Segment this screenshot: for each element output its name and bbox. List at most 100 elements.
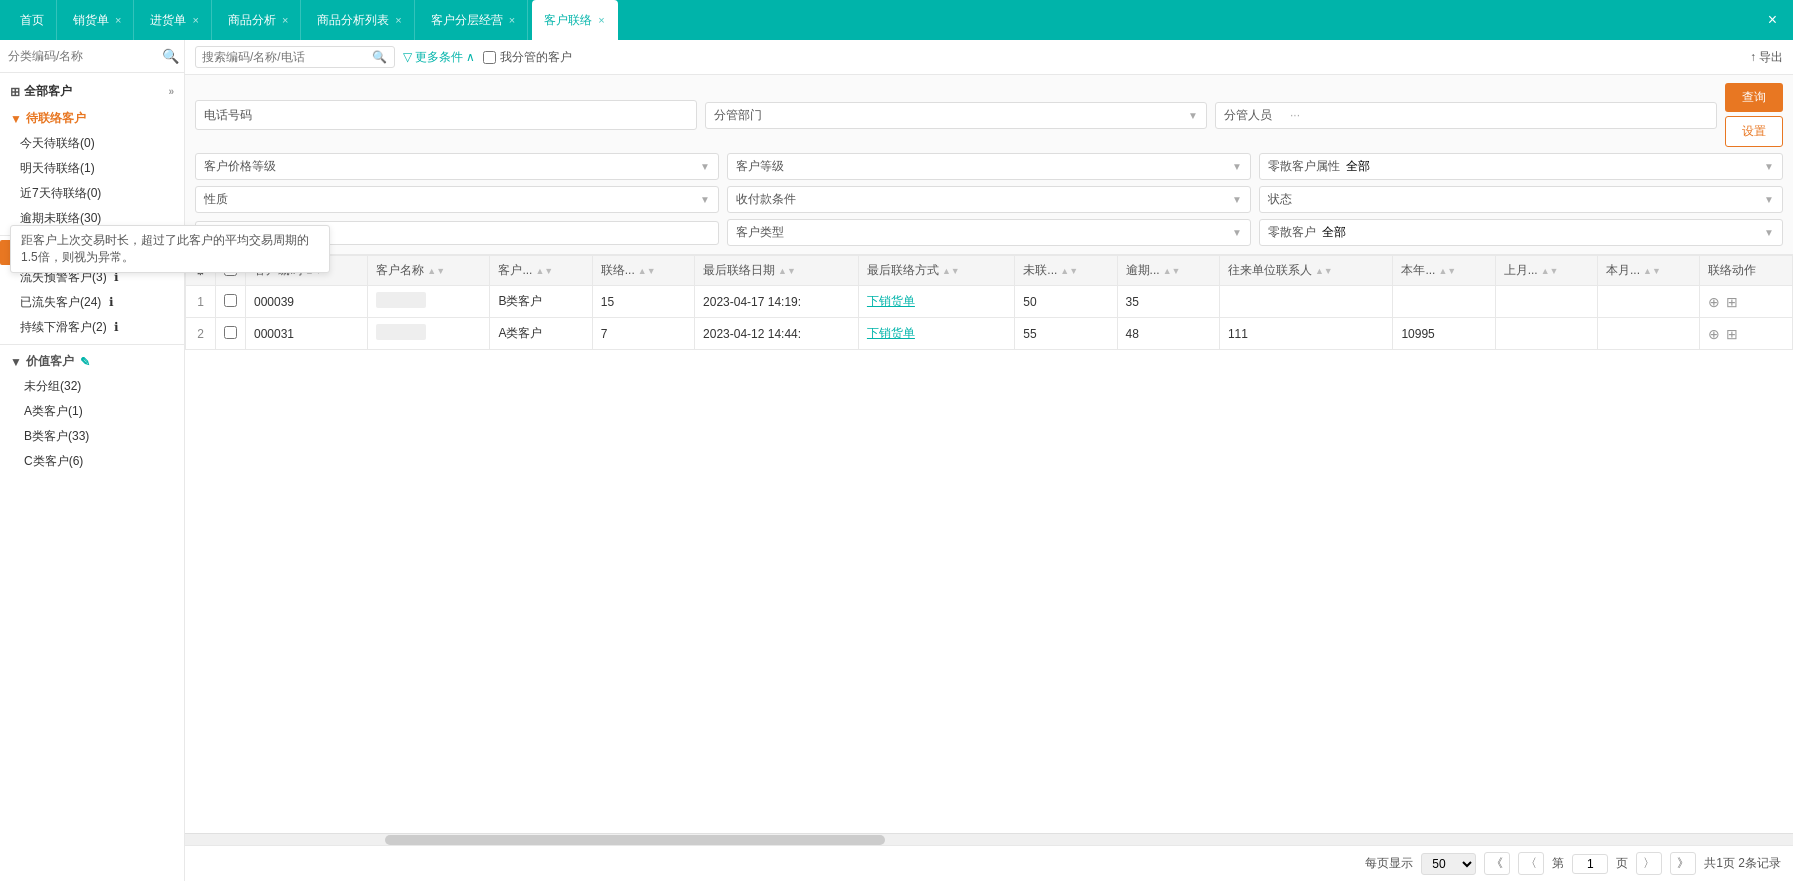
phone-input[interactable] — [270, 105, 688, 125]
first-page-button[interactable]: 《 — [1484, 852, 1510, 875]
close-icon[interactable]: × — [282, 14, 288, 26]
close-icon[interactable]: × — [115, 14, 121, 26]
filter-row-2: 客户价格等级 ▼ 客户等级 ▼ 零散客户属性 全部 ▼ — [195, 153, 1783, 180]
chevron-down-icon: ▼ — [700, 161, 710, 172]
next-page-button[interactable]: 〉 — [1636, 852, 1662, 875]
last-page-button[interactable]: 》 — [1670, 852, 1696, 875]
nav-tab-sales[interactable]: 销货单 × — [61, 0, 134, 40]
close-icon[interactable]: × — [395, 14, 401, 26]
search-input[interactable] — [202, 50, 372, 64]
close-icon[interactable]: × — [192, 14, 198, 26]
my-customers-checkbox[interactable]: 我分管的客户 — [483, 49, 572, 66]
sidebar-all-customers[interactable]: ⊞ 全部客户 » — [0, 77, 184, 106]
close-icon[interactable]: × — [598, 14, 604, 26]
row-checkbox[interactable] — [216, 286, 246, 318]
retail-attr-filter[interactable]: 零散客户属性 全部 ▼ — [1259, 153, 1783, 180]
row-select-checkbox[interactable] — [224, 294, 237, 307]
sort-icon: ▲▼ — [427, 266, 445, 276]
this-month — [1597, 318, 1699, 350]
sort-icon: ▲▼ — [942, 266, 960, 276]
sidebar-item-7days[interactable]: 近7天待联络(0) — [0, 181, 184, 206]
nav-tab-purchase[interactable]: 进货单 × — [138, 0, 211, 40]
customers-table: ⚙ 客户编码 ▲▼ 客户名称 — [185, 255, 1793, 350]
edit-icon[interactable]: ✎ — [80, 355, 90, 369]
export-button[interactable]: ↑ 导出 — [1750, 49, 1783, 66]
sidebar-item-b-class[interactable]: B类客户(33) — [0, 424, 184, 449]
sidebar-item-c-class[interactable]: C类客户(6) — [0, 449, 184, 474]
prev-page-button[interactable]: 〈 — [1518, 852, 1544, 875]
grid-action-icon[interactable]: ⊞ — [1726, 326, 1738, 342]
name-placeholder — [376, 324, 426, 340]
last-contact-method[interactable]: 下销货单 — [858, 318, 1014, 350]
customer-type-filter[interactable]: 客户类型 ▼ — [727, 219, 1251, 246]
th-last-contact-date[interactable]: 最后联络日期 ▲▼ — [695, 256, 859, 286]
sidebar-group-value[interactable]: ▼ 价值客户 ✎ — [0, 349, 184, 374]
chevron-down-icon: ▼ — [1764, 194, 1774, 205]
row-select-checkbox[interactable] — [224, 326, 237, 339]
my-customers-check[interactable] — [483, 51, 496, 64]
sidebar-item-tomorrow[interactable]: 明天待联络(1) — [0, 156, 184, 181]
page-number-input[interactable] — [1572, 854, 1608, 874]
grid-action-icon[interactable]: ⊞ — [1726, 294, 1738, 310]
gender-filter[interactable]: 性质 ▼ — [195, 186, 719, 213]
row-checkbox[interactable] — [216, 318, 246, 350]
nav-tab-product-analysis[interactable]: 商品分析 × — [216, 0, 301, 40]
sort-icon: ▲▼ — [1315, 266, 1333, 276]
link-icon[interactable]: ⊕ — [1708, 294, 1720, 310]
settings-button[interactable]: 设置 — [1725, 116, 1783, 147]
close-icon[interactable]: × — [509, 14, 515, 26]
window-close-button[interactable]: × — [1760, 11, 1785, 29]
nav-tab-product-list[interactable]: 商品分析列表 × — [305, 0, 414, 40]
nav-tab-customer-contact[interactable]: 客户联络 × — [532, 0, 617, 40]
price-level-filter[interactable]: 客户价格等级 ▼ — [195, 153, 719, 180]
th-this-month[interactable]: 本月... ▲▼ — [1597, 256, 1699, 286]
last-contact-method[interactable]: 下销货单 — [858, 286, 1014, 318]
sort-icon: ▲▼ — [1541, 266, 1559, 276]
this-year — [1393, 286, 1495, 318]
sidebar-item-declining[interactable]: 持续下滑客户(2) ℹ — [0, 315, 184, 340]
chevron-down-icon: ▼ — [1232, 227, 1242, 238]
this-month — [1597, 286, 1699, 318]
th-overdue[interactable]: 逾期... ▲▼ — [1117, 256, 1219, 286]
search-icon: 🔍 — [162, 48, 179, 64]
scrollbar-thumb[interactable] — [385, 835, 885, 845]
last-contact-date: 2023-04-17 14:19: — [695, 286, 859, 318]
link-icon[interactable]: ⊕ — [1708, 326, 1720, 342]
divider2 — [0, 344, 184, 345]
nav-tab-customer-segment[interactable]: 客户分层经营 × — [419, 0, 528, 40]
customer-level: A类客户 — [490, 318, 592, 350]
retail-customer-filter[interactable]: 零散客户 全部 ▼ — [1259, 219, 1783, 246]
sidebar-item-lost[interactable]: 已流失客户(24) ℹ — [0, 290, 184, 315]
th-contact-count[interactable]: 联络... ▲▼ — [592, 256, 694, 286]
chevron-down-icon: ▼ — [700, 194, 710, 205]
th-last-contact-method[interactable]: 最后联络方式 ▲▼ — [858, 256, 1014, 286]
main-layout: 🔍 ⊞ 全部客户 » ▼ 待联络客户 今天待联络(0) 明天待联络(1) 近7天… — [0, 40, 1793, 881]
th-contact-person[interactable]: 往来单位联系人 ▲▼ — [1219, 256, 1392, 286]
more-conditions-button[interactable]: ▽ 更多条件 ∧ — [403, 49, 475, 66]
th-uncontacted[interactable]: 未联... ▲▼ — [1015, 256, 1117, 286]
nav-tab-home[interactable]: 首页 — [8, 0, 57, 40]
horizontal-scrollbar[interactable] — [185, 833, 1793, 845]
sidebar-search-input[interactable] — [8, 49, 158, 63]
th-last-month[interactable]: 上月... ▲▼ — [1495, 256, 1597, 286]
sort-icon: ▲▼ — [778, 266, 796, 276]
top-nav: 首页 销货单 × 进货单 × 商品分析 × 商品分析列表 × 客户分层经营 × … — [0, 0, 1793, 40]
payment-filter[interactable]: 收付款条件 ▼ — [727, 186, 1251, 213]
collapse-icon[interactable]: » — [168, 86, 174, 97]
chevron-down-icon: ▼ — [1232, 194, 1242, 205]
status-filter[interactable]: 状态 ▼ — [1259, 186, 1783, 213]
sidebar-item-a-class[interactable]: A类客户(1) — [0, 399, 184, 424]
dept-filter[interactable]: 分管部门 ▼ — [705, 102, 1207, 129]
sidebar-group-pending[interactable]: ▼ 待联络客户 — [0, 106, 184, 131]
th-name[interactable]: 客户名称 ▲▼ — [368, 256, 490, 286]
contact-count: 7 — [592, 318, 694, 350]
filter-row-3: 性质 ▼ 收付款条件 ▼ 状态 ▼ — [195, 186, 1783, 213]
customer-level-filter[interactable]: 客户等级 ▼ — [727, 153, 1251, 180]
sidebar-item-ungrouped[interactable]: 未分组(32) — [0, 374, 184, 399]
th-level[interactable]: 客户... ▲▼ — [490, 256, 592, 286]
query-button[interactable]: 查询 — [1725, 83, 1783, 112]
sidebar-item-today[interactable]: 今天待联络(0) — [0, 131, 184, 156]
page-size-select[interactable]: 20 50 100 — [1421, 853, 1476, 875]
th-this-year[interactable]: 本年... ▲▼ — [1393, 256, 1495, 286]
row-num: 2 — [186, 318, 216, 350]
